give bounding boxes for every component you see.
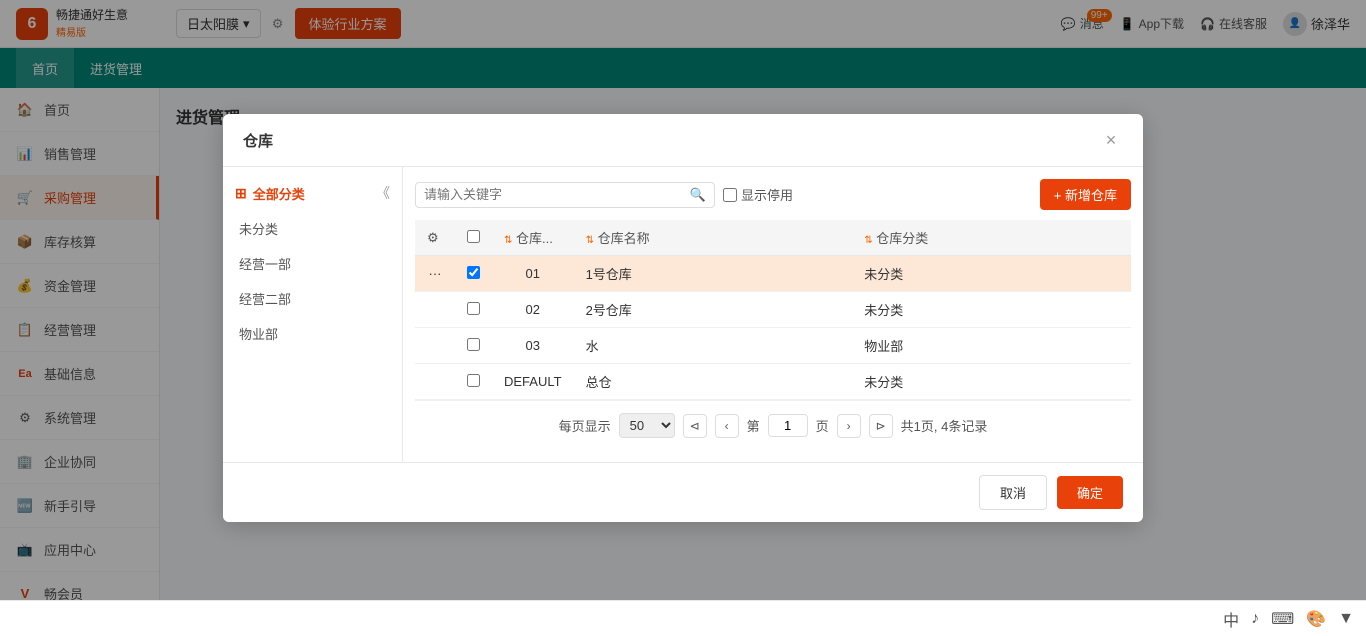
row-name-2: 水 xyxy=(574,328,853,364)
table-panel: 🔍 显示停用 + 新增仓库 ⚙ xyxy=(403,167,1143,462)
row-checkbox-cell-0 xyxy=(455,256,492,292)
next-page-button[interactable]: › xyxy=(837,414,861,438)
dialog-close-button[interactable]: × xyxy=(1099,128,1123,152)
sort-icon-name: ⇅ xyxy=(586,235,594,246)
dialog-title: 仓库 xyxy=(243,130,273,151)
prev-page-button[interactable]: ‹ xyxy=(715,414,739,438)
row-checkbox-cell-2 xyxy=(455,328,492,364)
search-icon: 🔍 xyxy=(690,187,706,203)
row-checkbox-3[interactable] xyxy=(467,374,480,387)
show-disabled-checkbox[interactable] xyxy=(723,188,737,202)
category-all-label: 全部分类 xyxy=(253,184,305,203)
table-toolbar: 🔍 显示停用 + 新增仓库 xyxy=(415,179,1131,210)
row-category-2: 物业部 xyxy=(852,328,1131,364)
dialog-footer: 取消 确定 xyxy=(223,462,1143,522)
row-gear-0[interactable]: ··· xyxy=(415,256,455,292)
bottom-icon-theme[interactable]: 🎨 xyxy=(1306,609,1326,629)
category-item-ops1[interactable]: 经营一部 xyxy=(223,246,402,281)
page-number-input[interactable] xyxy=(768,414,808,437)
row-checkbox-2[interactable] xyxy=(467,338,480,351)
pagination: 每页显示 50 10 20 100 ⊲ ‹ 第 页 › ⊳ 共1页, 4条记录 xyxy=(415,400,1131,450)
row-category-1: 未分类 xyxy=(852,292,1131,328)
row-gear-1[interactable] xyxy=(415,292,455,328)
first-page-button[interactable]: ⊲ xyxy=(683,414,707,438)
bottom-icon-keyboard[interactable]: ⌨ xyxy=(1271,609,1294,629)
category-panel: ⊞ 全部分类 《 未分类 经营一部 经营二部 物业部 xyxy=(223,167,403,462)
page-suffix: 页 xyxy=(816,416,829,435)
table-row[interactable]: DEFAULT 总仓 未分类 xyxy=(415,364,1131,400)
row-num-1: 02 xyxy=(492,292,574,328)
col-gear: ⚙ xyxy=(415,220,455,256)
row-name-1: 2号仓库 xyxy=(574,292,853,328)
modal-overlay[interactable]: 仓库 × ⊞ 全部分类 《 未分类 经营一部 xyxy=(0,0,1366,636)
row-num-3: DEFAULT xyxy=(492,364,574,400)
bottom-icon-arrow[interactable]: ▼ xyxy=(1338,610,1354,628)
sort-icon-code: ⇅ xyxy=(504,235,512,246)
row-name-3: 总仓 xyxy=(574,364,853,400)
bottom-bar: 中 ♪ ⌨ 🎨 ▼ xyxy=(0,600,1366,636)
col-name: ⇅ 仓库名称 xyxy=(574,220,853,256)
warehouse-dialog: 仓库 × ⊞ 全部分类 《 未分类 经营一部 xyxy=(223,114,1143,522)
row-checkbox-cell-1 xyxy=(455,292,492,328)
total-info: 共1页, 4条记录 xyxy=(901,416,988,435)
col-checkbox xyxy=(455,220,492,256)
row-category-0: 未分类 xyxy=(852,256,1131,292)
row-category-3: 未分类 xyxy=(852,364,1131,400)
dialog-body: ⊞ 全部分类 《 未分类 经营一部 经营二部 物业部 xyxy=(223,167,1143,462)
table-container: ⚙ ⇅ 仓库... ⇅ xyxy=(415,220,1131,400)
add-warehouse-button[interactable]: + 新增仓库 xyxy=(1040,179,1131,210)
warehouse-table: ⚙ ⇅ 仓库... ⇅ xyxy=(415,220,1131,400)
row-menu-icon: ··· xyxy=(429,266,442,281)
category-item-unclassified[interactable]: 未分类 xyxy=(223,211,402,246)
category-all-btn[interactable]: ⊞ 全部分类 xyxy=(235,184,305,203)
dialog-header: 仓库 × xyxy=(223,114,1143,167)
table-row[interactable]: 03 水 物业部 xyxy=(415,328,1131,364)
row-checkbox-1[interactable] xyxy=(467,302,480,315)
col-code: ⇅ 仓库... xyxy=(492,220,574,256)
cancel-button[interactable]: 取消 xyxy=(979,475,1047,510)
row-num-2: 03 xyxy=(492,328,574,364)
per-page-select[interactable]: 50 10 20 100 xyxy=(619,413,675,438)
grid-icon: ⊞ xyxy=(235,185,247,202)
col-category: ⇅ 仓库分类 xyxy=(852,220,1131,256)
row-name-0: 1号仓库 xyxy=(574,256,853,292)
last-page-button[interactable]: ⊳ xyxy=(869,414,893,438)
category-item-ops2[interactable]: 经营二部 xyxy=(223,281,402,316)
gear-header-icon: ⚙ xyxy=(427,230,439,245)
sort-icon-category: ⇅ xyxy=(864,235,872,246)
select-all-checkbox[interactable] xyxy=(467,230,480,243)
search-input[interactable] xyxy=(424,187,684,202)
per-page-label: 每页显示 xyxy=(559,416,611,435)
category-header: ⊞ 全部分类 《 xyxy=(223,175,402,211)
collapse-button[interactable]: 《 xyxy=(376,183,390,203)
show-disabled-label: 显示停用 xyxy=(723,185,793,204)
row-checkbox-cell-3 xyxy=(455,364,492,400)
row-gear-3[interactable] xyxy=(415,364,455,400)
row-num-0: 01 xyxy=(492,256,574,292)
row-gear-2[interactable] xyxy=(415,328,455,364)
bottom-icon-zh[interactable]: 中 xyxy=(1223,607,1239,631)
page-label: 第 xyxy=(747,416,760,435)
bottom-icon-music[interactable]: ♪ xyxy=(1251,610,1259,628)
table-row[interactable]: ··· 01 1号仓库 未分类 xyxy=(415,256,1131,292)
category-item-property[interactable]: 物业部 xyxy=(223,316,402,351)
search-input-wrap: 🔍 xyxy=(415,182,715,208)
confirm-button[interactable]: 确定 xyxy=(1057,476,1123,509)
table-row[interactable]: 02 2号仓库 未分类 xyxy=(415,292,1131,328)
row-checkbox-0[interactable] xyxy=(467,266,480,279)
